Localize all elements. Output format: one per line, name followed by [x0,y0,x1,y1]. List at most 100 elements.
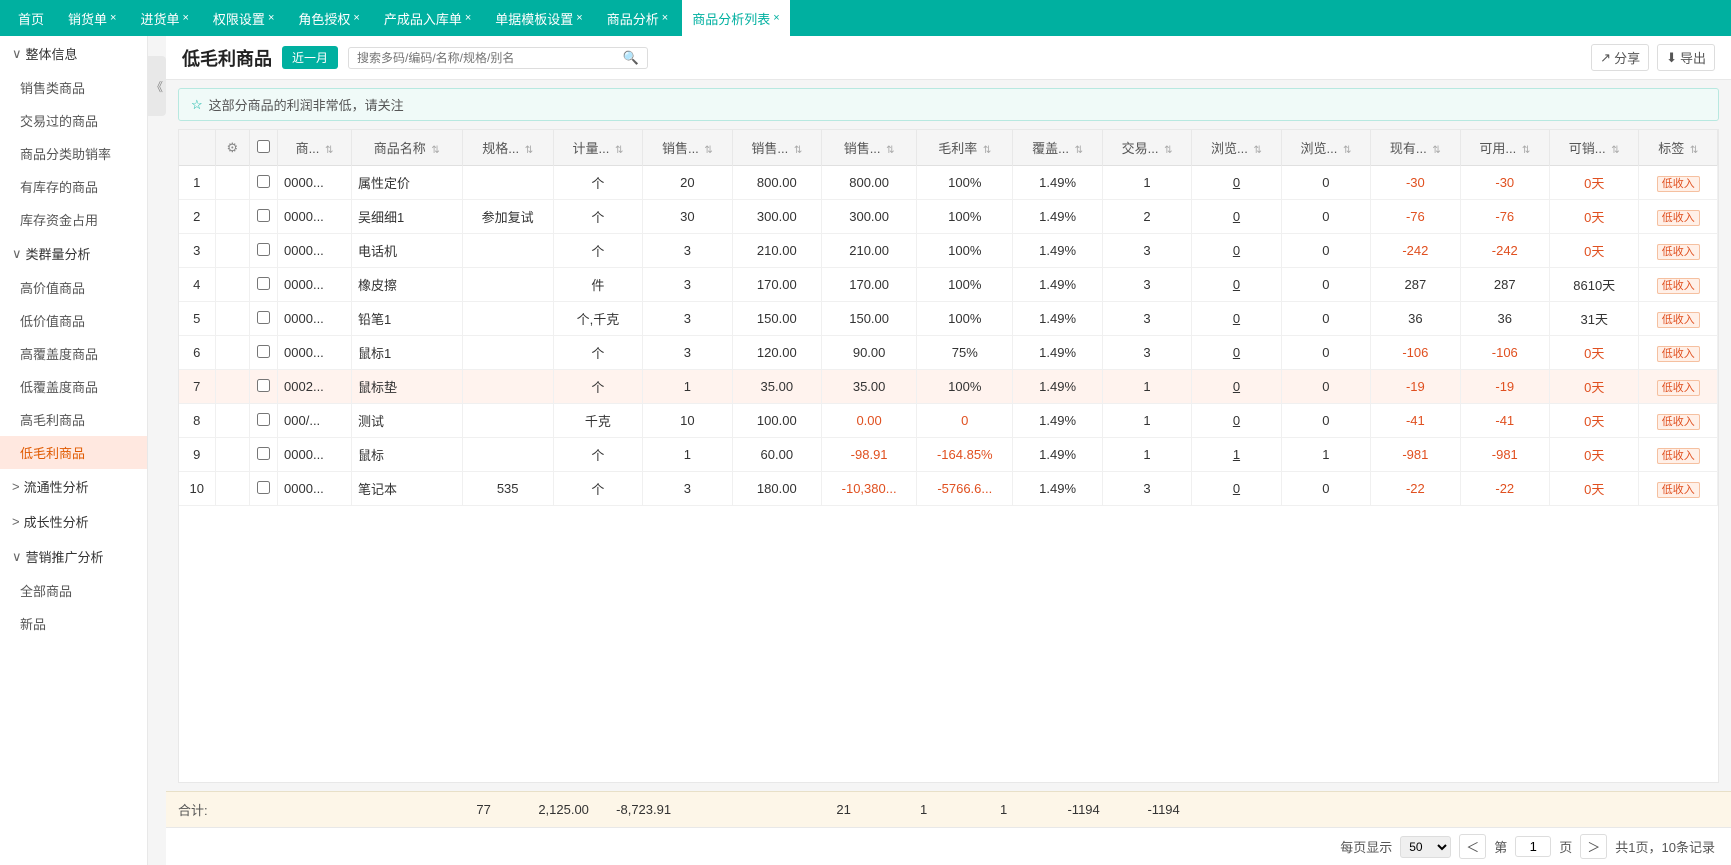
col-tag[interactable]: 标签 ⇅ [1639,130,1718,166]
col-sales-price[interactable]: 销售... ⇅ [732,130,821,166]
cell-view1[interactable]: 1 [1192,438,1281,472]
sidebar-item-销售类商品[interactable]: 销售类商品 [0,71,147,104]
sidebar-item-高毛利商品[interactable]: 高毛利商品 [0,403,147,436]
share-button[interactable]: ↗ 分享 [1591,44,1649,71]
sidebar-item-高价值商品[interactable]: 高价值商品 [0,271,147,304]
col-spec[interactable]: 规格... ⇅ [462,130,553,166]
sidebar-group-流通性分析[interactable]: >流通性分析 [0,469,147,504]
row-checkbox[interactable] [257,413,270,426]
notice-icon: ☆ [191,97,203,113]
nav-item-权限设置[interactable]: 权限设置 × [203,0,284,36]
col-view2[interactable]: 浏览... ⇅ [1281,130,1370,166]
col-trade[interactable]: 交易... ⇅ [1102,130,1191,166]
cell-view1[interactable]: 0 [1192,200,1281,234]
sidebar-group-营销推广分析[interactable]: ∨营销推广分析 [0,539,147,574]
sidebar-item-全部商品[interactable]: 全部商品 [0,574,147,607]
sidebar-group-成长性分析[interactable]: >成长性分析 [0,504,147,539]
col-current[interactable]: 现有... ⇅ [1371,130,1460,166]
page-number-input[interactable] [1515,836,1551,857]
cell-settings [215,370,250,404]
row-checkbox[interactable] [257,243,270,256]
nav-item-首页[interactable]: 首页 [8,0,54,36]
filter-button[interactable]: 近一月 [282,46,338,69]
collapse-sidebar-button[interactable]: 《 [148,56,166,116]
nav-close-销货单[interactable]: × [110,12,116,24]
nav-close-权限设置[interactable]: × [268,12,274,24]
cell-sales-amt: 0.00 [822,404,917,438]
next-page-button[interactable]: ＞ [1580,834,1607,859]
content-area: 低毛利商品 近一月 🔍 ↗ 分享 ⬇ 导出 [166,36,1731,865]
sidebar-item-有库存的商品[interactable]: 有库存的商品 [0,170,147,203]
row-checkbox[interactable] [257,447,270,460]
col-coverage[interactable]: 覆盖... ⇅ [1013,130,1102,166]
col-name[interactable]: 商品名称 ⇅ [351,130,462,166]
prev-page-button[interactable]: ＜ [1459,834,1486,859]
cell-view1[interactable]: 0 [1192,166,1281,200]
sidebar-item-交易过的商品[interactable]: 交易过的商品 [0,104,147,137]
col-saleable[interactable]: 可销... ⇅ [1550,130,1639,166]
row-checkbox[interactable] [257,277,270,290]
col-settings[interactable]: ⚙ [215,130,250,166]
sidebar-item-新品[interactable]: 新品 [0,607,147,640]
search-input[interactable] [357,51,619,65]
nav-close-角色授权[interactable]: × [353,12,359,24]
table-row: 1 0000... 属性定价 个 20 800.00 800.00 100% 1… [179,166,1718,200]
row-checkbox[interactable] [257,175,270,188]
sidebar-group-类群量分析[interactable]: ∨类群量分析 [0,236,147,271]
sidebar-item-低价值商品[interactable]: 低价值商品 [0,304,147,337]
col-view1[interactable]: 浏览... ⇅ [1192,130,1281,166]
nav-item-商品分析列表[interactable]: 商品分析列表 × [682,0,789,36]
row-checkbox[interactable] [257,481,270,494]
cell-current: 36 [1371,302,1460,336]
cell-sales-amt: 300.00 [822,200,917,234]
col-gross-rate[interactable]: 毛利率 ⇅ [917,130,1013,166]
col-unit[interactable]: 计量... ⇅ [553,130,642,166]
sidebar-item-低毛利商品[interactable]: 低毛利商品 [0,436,147,469]
nav-item-角色授权[interactable]: 角色授权 × [288,0,369,36]
cell-no: 4 [179,268,215,302]
col-code[interactable]: 商... ⇅ [278,130,352,166]
col-sales-amt[interactable]: 销售... ⇅ [822,130,917,166]
cell-view1[interactable]: 0 [1192,268,1281,302]
nav-item-销货单[interactable]: 销货单 × [58,0,126,36]
table-container[interactable]: ⚙ 商... ⇅ 商品名称 ⇅ 规格... ⇅ 计量... ⇅ 销售... ⇅ … [178,129,1719,783]
cell-view2: 0 [1281,302,1370,336]
row-checkbox[interactable] [257,209,270,222]
cell-code: 0000... [278,234,352,268]
cell-tag: 低收入 [1639,234,1718,268]
cell-view1[interactable]: 0 [1192,302,1281,336]
row-checkbox[interactable] [257,379,270,392]
sidebar-item-商品分类助销率[interactable]: 商品分类助销率 [0,137,147,170]
row-checkbox[interactable] [257,311,270,324]
nav-item-产成品入库单[interactable]: 产成品入库单 × [374,0,481,36]
cell-spec [462,166,553,200]
col-sales-qty[interactable]: 销售... ⇅ [643,130,732,166]
select-all-checkbox[interactable] [257,140,270,153]
nav-close-单据模板设置[interactable]: × [576,12,582,24]
cell-view1[interactable]: 0 [1192,404,1281,438]
cell-view1[interactable]: 0 [1192,370,1281,404]
sidebar-item-高覆盖度商品[interactable]: 高覆盖度商品 [0,337,147,370]
cell-trade: 3 [1102,268,1191,302]
nav-item-进货单[interactable]: 进货单 × [130,0,198,36]
sidebar-item-低覆盖度商品[interactable]: 低覆盖度商品 [0,370,147,403]
nav-item-商品分析[interactable]: 商品分析 × [597,0,678,36]
cell-view1[interactable]: 0 [1192,234,1281,268]
nav-close-产成品入库单[interactable]: × [465,12,471,24]
nav-close-商品分析[interactable]: × [662,12,668,24]
row-checkbox[interactable] [257,345,270,358]
nav-item-单据模板设置[interactable]: 单据模板设置 × [485,0,592,36]
export-button[interactable]: ⬇ 导出 [1657,44,1715,71]
cell-view1[interactable]: 0 [1192,472,1281,506]
sidebar-item-库存资金占用[interactable]: 库存资金占用 [0,203,147,236]
cell-view1[interactable]: 0 [1192,336,1281,370]
nav-close-商品分析列表[interactable]: × [773,12,779,24]
page-size-select[interactable]: 50 100 [1400,836,1451,858]
tag-badge: 低收入 [1657,346,1700,362]
sidebar-group-整体信息[interactable]: ∨整体信息 [0,36,147,71]
tag-badge: 低收入 [1657,210,1700,226]
col-available[interactable]: 可用... ⇅ [1460,130,1549,166]
cell-sales-amt: -10,380... [822,472,917,506]
nav-close-进货单[interactable]: × [182,12,188,24]
search-icon[interactable]: 🔍 [623,50,639,66]
